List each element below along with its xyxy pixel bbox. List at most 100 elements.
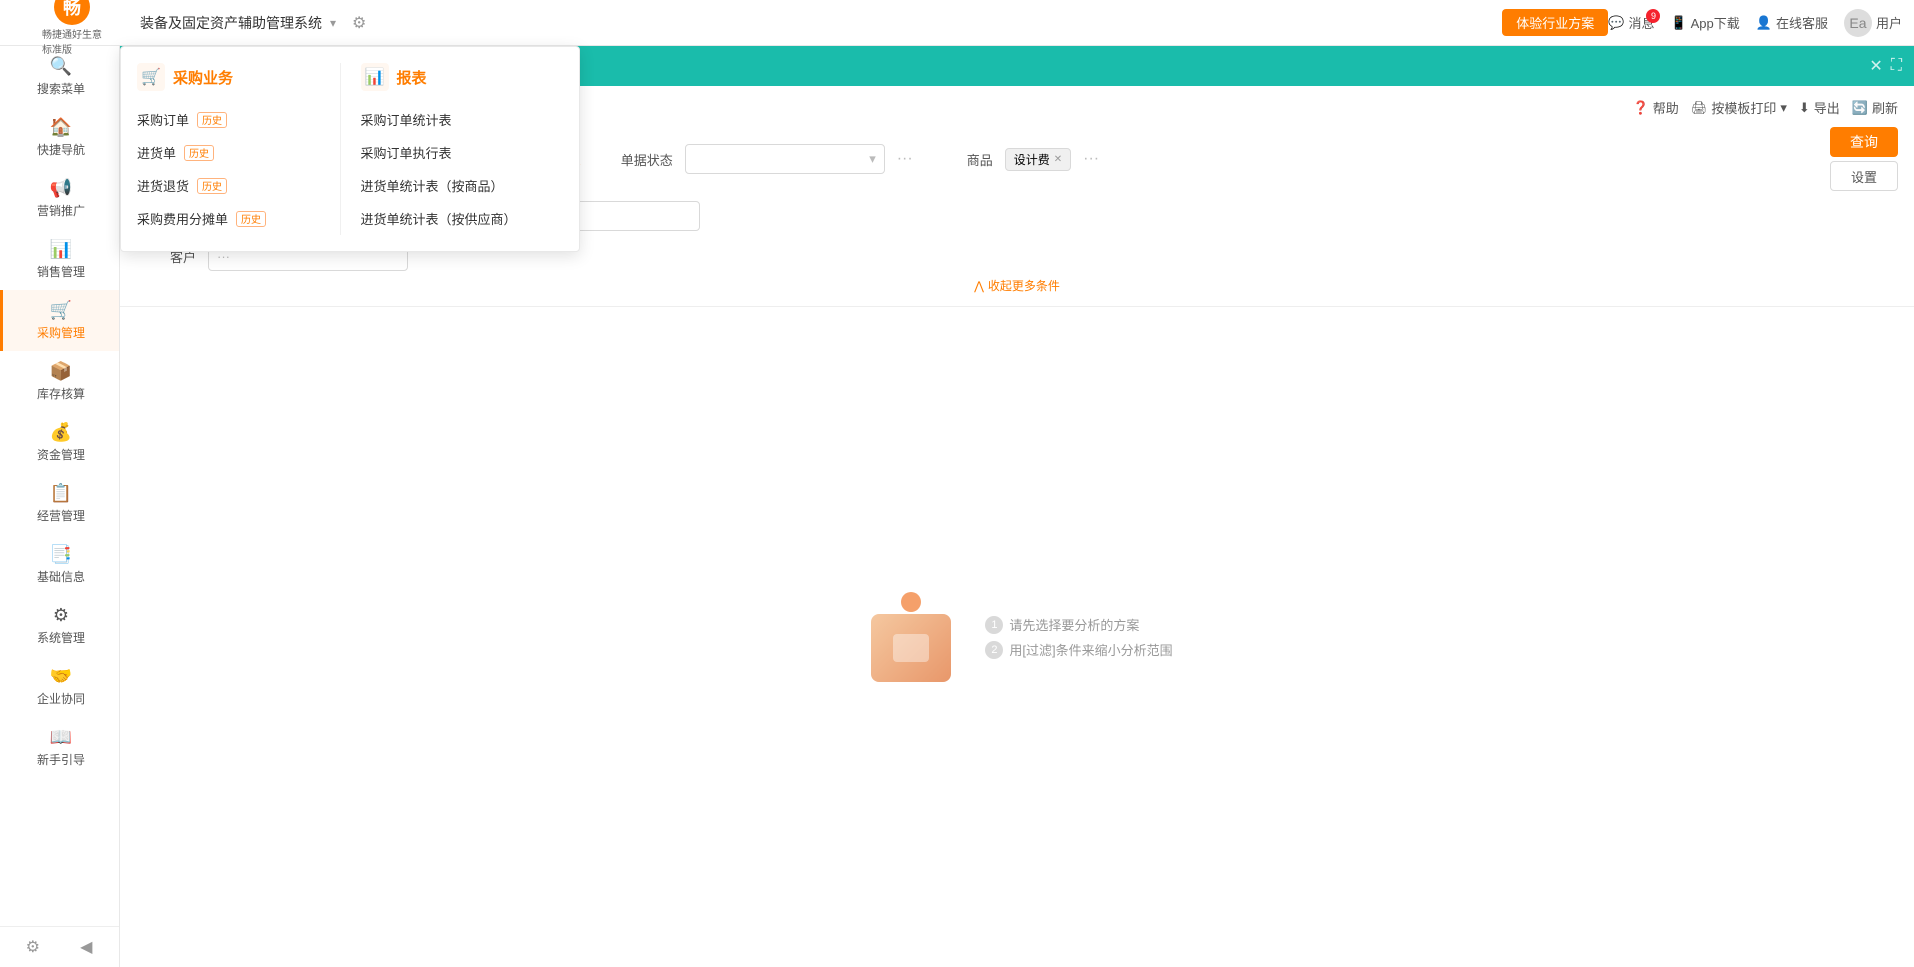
hint-num-1: 1 [985, 616, 1003, 634]
empty-text-hint: 1 请先选择要分析的方案 2 用[过滤]条件来缩小分析范围 [985, 615, 1172, 659]
guide-icon: 📖 [50, 727, 72, 748]
sidebar-item-sales[interactable]: 📊 销售管理 [0, 229, 119, 290]
online-service-icon: 👤 [1756, 15, 1772, 31]
history-badge-1: 历史 [184, 145, 214, 161]
export-icon: ⬇ [1799, 100, 1810, 116]
industry-btn[interactable]: 体验行业方案 [1502, 9, 1608, 36]
goods-dots[interactable]: ··· [1083, 150, 1099, 168]
purchase-dropdown-menu: 🛒 采购业务 采购订单 历史 进货单 历史 进货退货 历史 采购费用分摊单 历史… [120, 46, 580, 252]
search-icon: 🔍 [50, 56, 72, 77]
home-icon: 🏠 [50, 117, 72, 138]
sidebar-item-enterprise[interactable]: 🤝 企业协同 [0, 656, 119, 717]
empty-decor [901, 592, 921, 612]
marketing-icon: 📢 [50, 178, 72, 199]
sidebar-bottom: ⚙ ◀ [0, 926, 119, 967]
action-buttons: 查询 设置 [1830, 127, 1898, 191]
empty-box-screen [893, 634, 929, 662]
enterprise-icon: 🤝 [50, 666, 72, 687]
empty-hint-1: 1 请先选择要分析的方案 [985, 615, 1139, 634]
dropdown-item-inbound-stats-goods[interactable]: 进货单统计表（按商品） [361, 169, 564, 202]
print-btn[interactable]: 🖨 按模板打印 ▾ [1691, 98, 1787, 117]
main-content: 1 请先选择要分析的方案 2 用[过滤]条件来缩小分析范围 [120, 307, 1914, 967]
notification-badge-count: 9 [1646, 9, 1660, 23]
user-item[interactable]: Ea 用户 [1844, 9, 1902, 37]
settings-btn[interactable]: 设置 [1830, 161, 1898, 191]
dropdown-item-purchase-expense[interactable]: 采购费用分摊单 历史 [137, 202, 340, 235]
sidebar-item-basic-info[interactable]: 📑 基础信息 [0, 534, 119, 595]
history-badge-0: 历史 [197, 112, 227, 128]
notification-item[interactable]: 💬 消息 9 [1608, 13, 1654, 32]
inventory-icon: 📦 [50, 361, 72, 382]
print-dropdown-icon[interactable]: ▾ [1780, 100, 1787, 116]
hint-num-2: 2 [985, 641, 1003, 659]
sidebar-item-marketing[interactable]: 📢 营销推广 [0, 168, 119, 229]
sidebar-item-finance[interactable]: 💰 资金管理 [0, 412, 119, 473]
refresh-icon: 🔄 [1852, 100, 1868, 116]
dropdown-item-purchase-order-exec[interactable]: 采购订单执行表 [361, 136, 564, 169]
tab-bar-close-btn[interactable]: ✕ [1869, 56, 1882, 76]
doc-status-select[interactable]: ▾ [685, 144, 885, 174]
top-header: 畅 畅捷通好生意 标准版 装备及固定资产辅助管理系统 ▾ ⚙ 体验行业方案 💬 … [0, 0, 1914, 46]
system-title-dropdown-icon[interactable]: ▾ [330, 16, 336, 30]
system-title: 装备及固定资产辅助管理系统 ▾ ⚙ [140, 13, 1502, 33]
system-icon: ⚙ [53, 605, 69, 626]
query-btn[interactable]: 查询 [1830, 127, 1898, 157]
dropdown-item-inbound[interactable]: 进货单 历史 [137, 136, 340, 169]
sidebar-item-system[interactable]: ⚙ 系统管理 [0, 595, 119, 656]
help-icon: ❓ [1633, 100, 1649, 116]
goods-tag[interactable]: 设计费 ✕ [1005, 148, 1071, 171]
finance-icon: 💰 [50, 422, 72, 443]
basic-info-icon: 📑 [50, 544, 72, 565]
empty-state: 1 请先选择要分析的方案 2 用[过滤]条件来缩小分析范围 [861, 592, 1172, 682]
doc-status-arrow-icon: ▾ [869, 151, 876, 167]
help-btn[interactable]: ❓ 帮助 [1633, 98, 1679, 117]
dropdown-item-inbound-return[interactable]: 进货退货 历史 [137, 169, 340, 202]
header-right: 💬 消息 9 📱 App下载 👤 在线客服 Ea 用户 [1608, 9, 1902, 37]
collapse-icon: ⋀ [974, 279, 984, 293]
logo-area: 畅 畅捷通好生意 标准版 [12, 0, 132, 56]
goods-tag-close-icon[interactable]: ✕ [1054, 154, 1062, 165]
empty-hint-2: 2 用[过滤]条件来缩小分析范围 [985, 640, 1172, 659]
sidebar-item-guide[interactable]: 📖 新手引导 [0, 717, 119, 778]
print-icon: 🖨 [1691, 100, 1708, 116]
sales-icon: 📊 [50, 239, 72, 260]
purchase-section-header: 🛒 采购业务 [137, 63, 340, 91]
dropdown-item-inbound-stats-supplier[interactable]: 进货单统计表（按供应商） [361, 202, 564, 235]
app-download-icon: 📱 [1670, 15, 1686, 31]
sidebar: 🔍 搜索菜单 🏠 快捷导航 📢 营销推广 📊 销售管理 🛒 采购管理 📦 库存核… [0, 46, 120, 967]
sidebar-item-operation[interactable]: 📋 经营管理 [0, 473, 119, 534]
dropdown-item-purchase-order-stats[interactable]: 采购订单统计表 [361, 103, 564, 136]
doc-status-dots[interactable]: ··· [897, 150, 913, 168]
sidebar-collapse-btn[interactable]: ◀ [64, 937, 110, 957]
logo-text: 畅捷通好生意 标准版 [42, 26, 102, 56]
history-badge-2: 历史 [197, 178, 227, 194]
user-avatar: Ea [1844, 9, 1872, 37]
sidebar-settings-btn[interactable]: ⚙ [10, 937, 56, 957]
report-section-header: 📊 报表 [361, 63, 564, 91]
collapse-btn[interactable]: ⋀ 收起更多条件 [136, 271, 1898, 294]
app-download-item[interactable]: 📱 App下载 [1670, 13, 1739, 32]
empty-box [871, 614, 951, 682]
sidebar-item-purchase[interactable]: 🛒 采购管理 [0, 290, 119, 351]
online-service-item[interactable]: 👤 在线客服 [1756, 13, 1828, 32]
notification-icon: 💬 [1608, 15, 1624, 31]
tab-bar-expand-btn[interactable]: ⛶ [1891, 57, 1902, 75]
purchase-header-icon: 🛒 [137, 63, 165, 91]
empty-illustration [861, 592, 961, 682]
operation-icon: 📋 [50, 483, 72, 504]
export-btn[interactable]: ⬇ 导出 [1799, 98, 1840, 117]
sidebar-item-inventory[interactable]: 📦 库存核算 [0, 351, 119, 412]
tab-bar-actions: ✕ ⛶ [1869, 56, 1914, 76]
system-settings-icon[interactable]: ⚙ [352, 13, 366, 33]
refresh-btn[interactable]: 🔄 刷新 [1852, 98, 1898, 117]
sidebar-item-quick-nav[interactable]: 🏠 快捷导航 [0, 107, 119, 168]
dropdown-item-purchase-order[interactable]: 采购订单 历史 [137, 103, 340, 136]
purchase-icon: 🛒 [50, 300, 72, 321]
report-section: 📊 报表 采购订单统计表 采购订单执行表 进货单统计表（按商品） 进货单统计表（… [340, 63, 564, 235]
doc-status-label: 单据状态 [613, 150, 673, 169]
report-header-icon: 📊 [361, 63, 389, 91]
logo-icon: 畅 [54, 0, 90, 25]
purchase-section: 🛒 采购业务 采购订单 历史 进货单 历史 进货退货 历史 采购费用分摊单 历史 [137, 63, 340, 235]
goods-label: 商品 [933, 150, 993, 169]
history-badge-3: 历史 [236, 211, 266, 227]
